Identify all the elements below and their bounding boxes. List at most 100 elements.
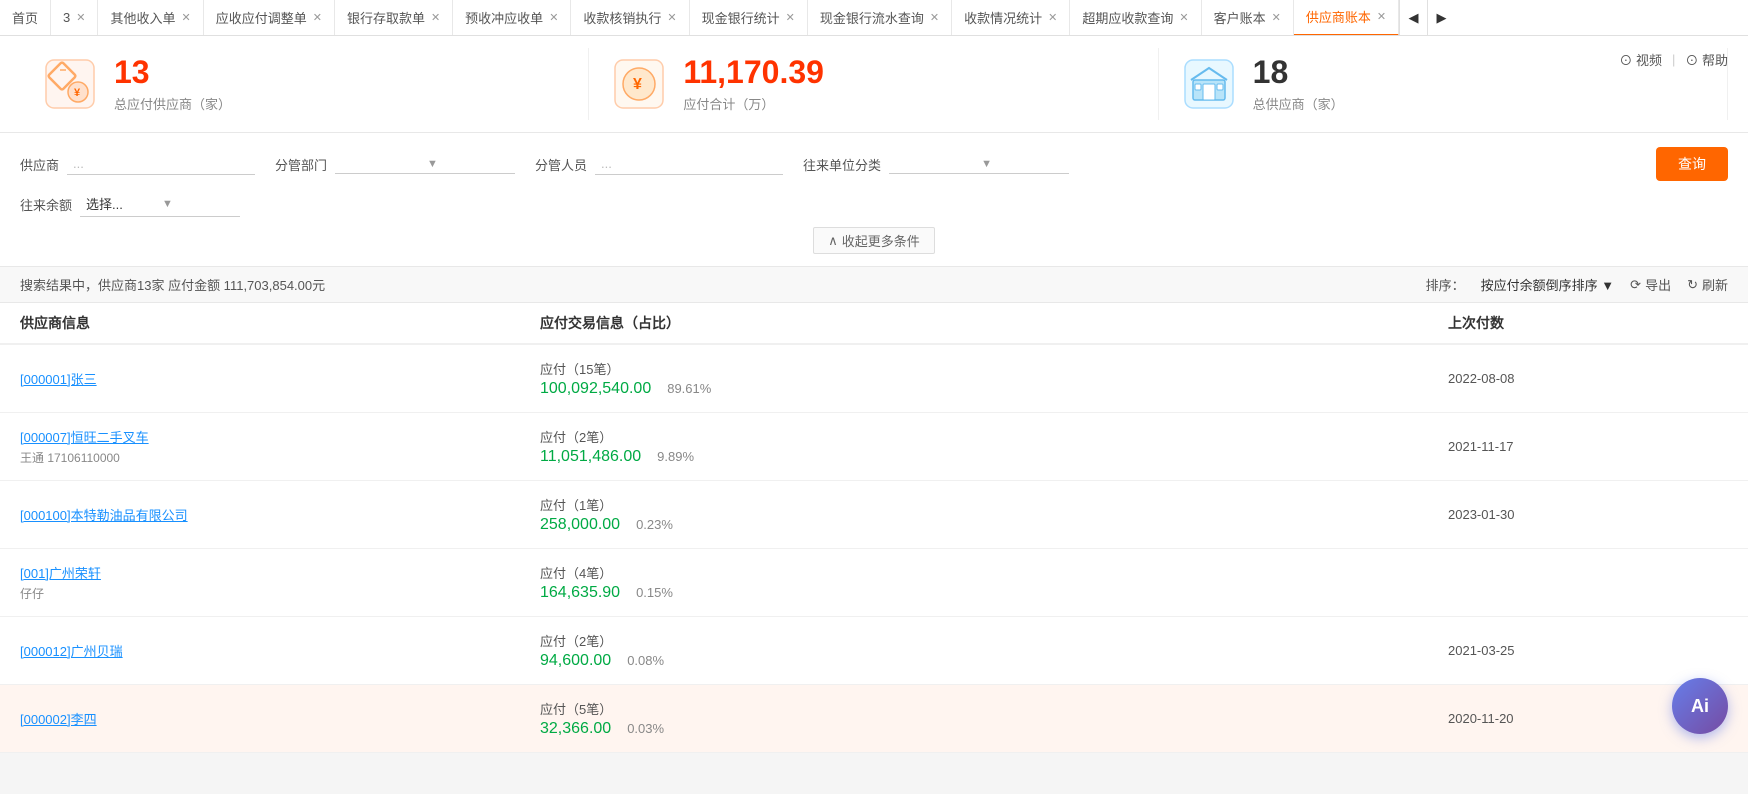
help-link[interactable]: ⊙ 帮助 [1685, 50, 1728, 69]
refresh-button[interactable]: ↻ 刷新 [1687, 275, 1728, 294]
close-icon[interactable]: ✕ [1179, 11, 1188, 24]
nav-tab-supplier-account[interactable]: 供应商账本 ✕ [1294, 0, 1399, 36]
trade-amount[interactable]: 164,635.90 [540, 584, 620, 602]
sort-value[interactable]: 按应付余额倒序排序 ▼ [1481, 275, 1615, 294]
trade-amount-row: 164,635.90 0.15% [540, 582, 1448, 602]
last-pay-cell: 2021-11-17 [1448, 439, 1728, 454]
last-pay-cell: 2023-01-30 [1448, 507, 1728, 522]
table-row: [000001]张三 应付（15笔） 100,092,540.00 89.61%… [0, 345, 1748, 413]
sort-label: 排序： [1426, 275, 1465, 294]
col-header-last-pay: 上次付数 [1448, 313, 1728, 333]
trade-cell: 应付（1笔） 258,000.00 0.23% [540, 495, 1448, 534]
export-button[interactable]: ⟳ 导出 [1630, 275, 1671, 294]
supplier-link[interactable]: [001]广州荣轩 [20, 566, 101, 581]
supplier-link[interactable]: [000001]张三 [20, 372, 97, 387]
supplier-sub: 王通 17106110000 [20, 449, 540, 466]
balance-filter-label: 往来余额 [20, 195, 72, 214]
nav-tab-overdue[interactable]: 超期应收款查询 ✕ [1070, 0, 1201, 36]
last-pay-cell: 2021-03-25 [1448, 643, 1728, 658]
supplier-link[interactable]: [000007]恒旺二手叉车 [20, 430, 149, 445]
close-icon[interactable]: ✕ [930, 11, 939, 24]
stat-block-payable-total: ¥ 11,170.39 应付合计（万） [589, 48, 1158, 120]
close-icon[interactable]: ✕ [549, 11, 558, 24]
supplier-cell: [001]广州荣轩 仔仔 [20, 563, 540, 602]
svg-text:¥: ¥ [633, 76, 642, 93]
close-icon[interactable]: ✕ [667, 11, 676, 24]
close-icon[interactable]: ✕ [313, 11, 322, 24]
close-icon[interactable]: ✕ [1272, 11, 1281, 24]
dept-filter-select[interactable]: ▼ [335, 155, 515, 174]
trade-cell: 应付（2笔） 94,600.00 0.08% [540, 631, 1448, 670]
search-button[interactable]: 查询 [1656, 147, 1728, 181]
table-row: [000012]广州贝瑞 应付（2笔） 94,600.00 0.08% 2021… [0, 617, 1748, 685]
balance-filter-select[interactable]: 选择... ▼ [80, 191, 240, 217]
supplier-link[interactable]: [000100]本特勒油品有限公司 [20, 508, 188, 523]
filter-area: 供应商 分管部门 ▼ 分管人员 往来单位分类 ▼ 查询 往来余额 选择 [0, 133, 1748, 267]
header-stats: ¥ 13 总应付供应商（家） ¥ 11,170.39 应付合计（万） [0, 36, 1748, 133]
nav-next-arrow[interactable]: ▶ [1427, 0, 1455, 36]
trade-cell: 应付（4笔） 164,635.90 0.15% [540, 563, 1448, 602]
nav-tab-prepay[interactable]: 预收冲应收单 ✕ [453, 0, 571, 36]
video-link[interactable]: ⊙ 视频 [1619, 50, 1662, 69]
close-icon[interactable]: ✕ [1048, 11, 1057, 24]
trade-amount-row: 94,600.00 0.08% [540, 650, 1448, 670]
supplier-link[interactable]: [000002]李四 [20, 712, 97, 727]
trade-label: 应付（1笔） [540, 495, 1448, 514]
nav-tab-cash-stat[interactable]: 现金银行统计 ✕ [690, 0, 808, 36]
col-header-trade: 应付交易信息（占比） [540, 313, 1448, 333]
store-icon [1179, 54, 1239, 114]
supplier-filter-input[interactable] [67, 153, 255, 175]
nav-prev-arrow[interactable]: ◀ [1399, 0, 1427, 36]
table-row: [000002]李四 应付（5笔） 32,366.00 0.03% 2020-1… [0, 685, 1748, 753]
close-icon[interactable]: ✕ [431, 11, 440, 24]
trade-percent: 0.08% [627, 653, 664, 668]
person-filter-input[interactable] [595, 153, 783, 175]
collapse-button[interactable]: ∧ 收起更多条件 [813, 227, 935, 254]
trade-label: 应付（15笔） [540, 359, 1448, 378]
unit-class-filter-select[interactable]: ▼ [889, 155, 1069, 174]
trade-amount-row: 11,051,486.00 9.89% [540, 446, 1448, 466]
close-icon[interactable]: ✕ [76, 11, 85, 24]
nav-tab-3[interactable]: 3 ✕ [51, 0, 98, 36]
stat-num-payable-total: 11,170.39 [683, 55, 824, 90]
collapse-bar: ∧ 收起更多条件 [20, 227, 1728, 254]
person-filter-label: 分管人员 [535, 155, 587, 174]
stat-label-payable-suppliers: 总应付供应商（家） [114, 94, 231, 113]
filter-balance: 往来余额 选择... ▼ [20, 191, 240, 217]
trade-amount[interactable]: 11,051,486.00 [540, 448, 641, 466]
stat-info-payable-suppliers: 13 总应付供应商（家） [114, 55, 231, 113]
ai-assistant-button[interactable]: Ai [1672, 678, 1728, 734]
trade-amount[interactable]: 32,366.00 [540, 720, 611, 738]
nav-tab-payment[interactable]: 收款核销执行 ✕ [571, 0, 689, 36]
trade-amount[interactable]: 94,600.00 [540, 652, 611, 670]
close-icon[interactable]: ✕ [1377, 10, 1386, 23]
nav-tab-customer-account[interactable]: 客户账本 ✕ [1202, 0, 1294, 36]
collapse-icon: ∧ [828, 233, 838, 249]
supplier-icon: ¥ [40, 54, 100, 114]
close-icon[interactable]: ✕ [786, 11, 795, 24]
money-icon: ¥ [609, 54, 669, 114]
nav-tab-adjustment[interactable]: 应收应付调整单 ✕ [204, 0, 335, 36]
result-actions: 排序： 按应付余额倒序排序 ▼ ⟳ 导出 ↻ 刷新 [1426, 275, 1728, 294]
chevron-down-icon: ▼ [981, 158, 1063, 170]
nav-tab-other-income[interactable]: 其他收入单 ✕ [98, 0, 203, 36]
trade-amount[interactable]: 258,000.00 [540, 516, 620, 534]
nav-tab-cash-flow[interactable]: 现金银行流水查询 ✕ [808, 0, 952, 36]
nav-tab-home[interactable]: 首页 [0, 0, 51, 36]
nav-tab-bank[interactable]: 银行存取款单 ✕ [335, 0, 453, 36]
filter-row-1: 供应商 分管部门 ▼ 分管人员 往来单位分类 ▼ 查询 [20, 147, 1728, 181]
close-icon[interactable]: ✕ [181, 11, 190, 24]
filter-supplier: 供应商 [20, 153, 255, 175]
header-actions: ⊙ 视频 | ⊙ 帮助 [1619, 50, 1728, 69]
trade-percent: 0.23% [636, 517, 673, 532]
supplier-cell: [000002]李四 [20, 709, 540, 728]
result-bar: 搜索结果中，供应商13家 应付金额 111,703,854.00元 排序： 按应… [0, 267, 1748, 303]
trade-amount[interactable]: 100,092,540.00 [540, 380, 651, 398]
table-header: 供应商信息 应付交易信息（占比） 上次付数 [0, 303, 1748, 345]
supplier-cell: [000012]广州贝瑞 [20, 641, 540, 660]
trade-label: 应付（2笔） [540, 631, 1448, 650]
supplier-link[interactable]: [000012]广州贝瑞 [20, 644, 123, 659]
export-icon: ⟳ [1630, 277, 1641, 293]
dept-filter-label: 分管部门 [275, 155, 327, 174]
nav-tab-receipt-stat[interactable]: 收款情况统计 ✕ [952, 0, 1070, 36]
